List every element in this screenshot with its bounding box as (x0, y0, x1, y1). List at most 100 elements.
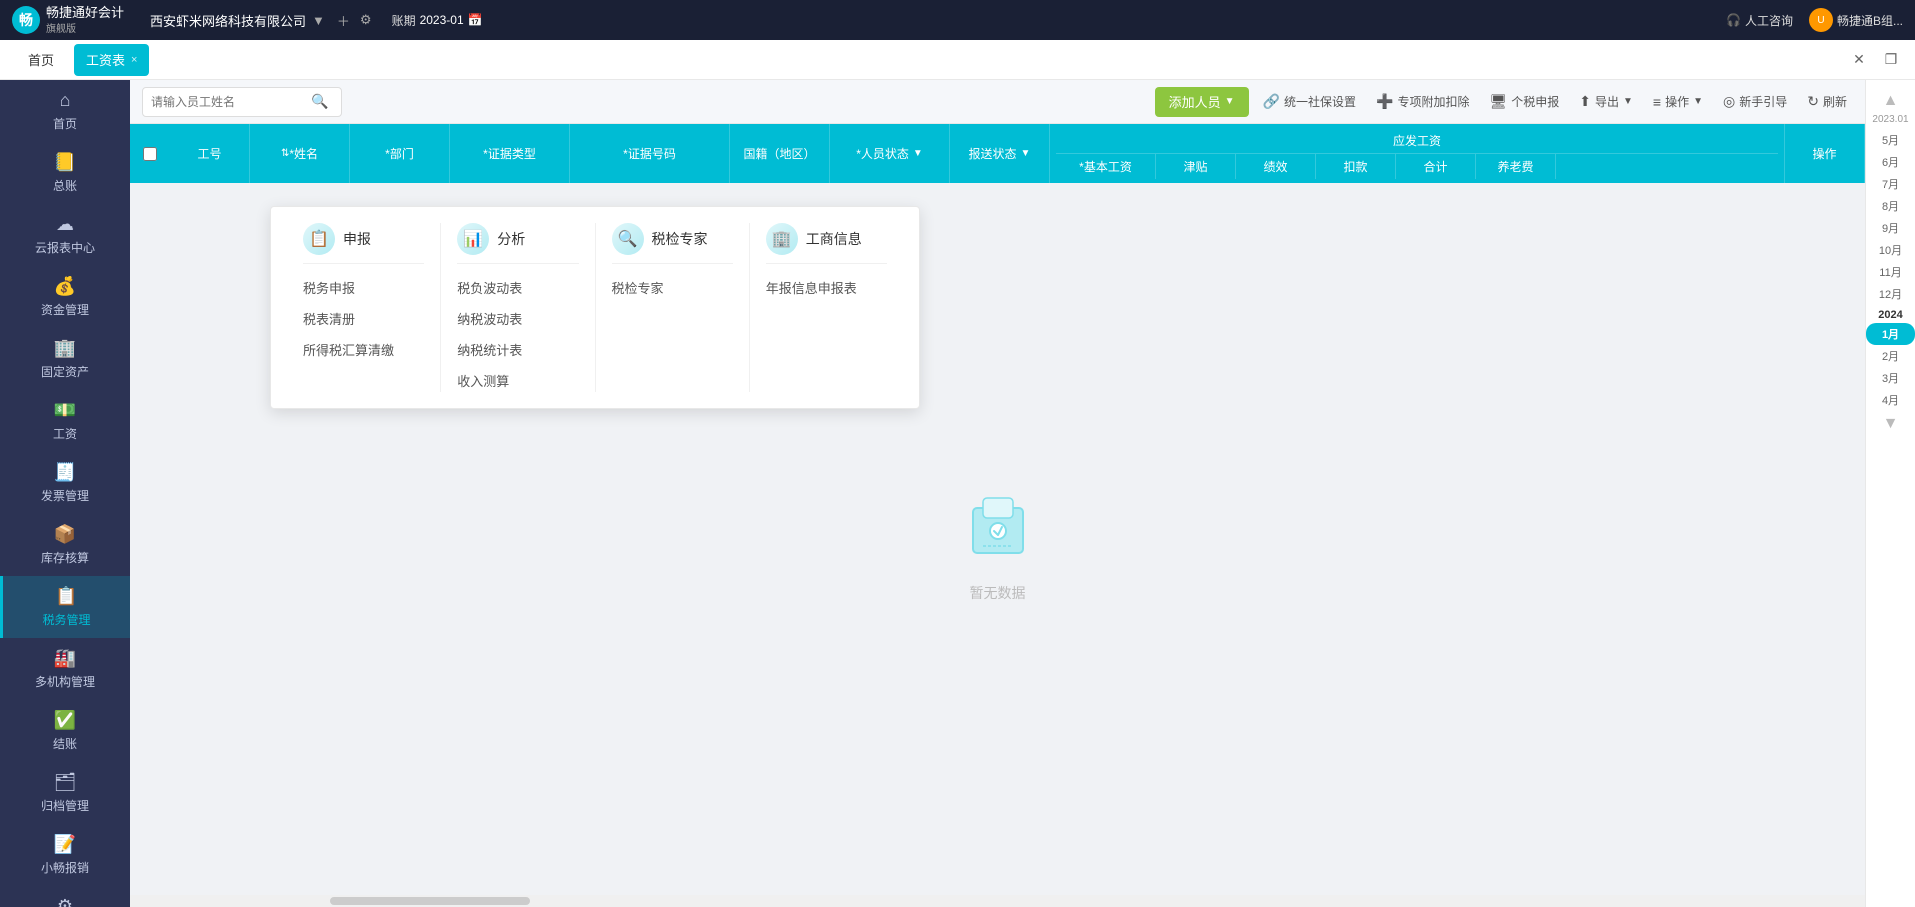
menu-tax-fluctuation[interactable]: 税负波动表 (457, 276, 578, 299)
timeline-month-10[interactable]: 10月 (1866, 239, 1915, 261)
checkout-icon: ✅ (54, 710, 76, 731)
special-deduction-label: 专项附加扣除 (1397, 93, 1469, 110)
ledger-icon: 📒 (54, 152, 76, 173)
tax-declaration-label: 个税申报 (1511, 93, 1559, 110)
tab-home[interactable]: 首页 (12, 40, 70, 80)
company-arrow-icon[interactable]: ▼ (312, 13, 325, 28)
sidebar-item-checkout[interactable]: ✅ 结账 (0, 700, 130, 762)
timeline-month-4[interactable]: 4月 (1866, 389, 1915, 411)
special-deduction-button[interactable]: ➕ 专项附加扣除 (1370, 93, 1475, 110)
service-button[interactable]: 🎧 人工咨询 (1726, 12, 1793, 29)
search-icon: 🔍 (311, 93, 328, 110)
add-company-icon[interactable]: ＋ (337, 11, 350, 30)
menu-payment-stats[interactable]: 纳税统计表 (457, 338, 578, 361)
sidebar-item-multi[interactable]: 🏭 多机构管理 (0, 638, 130, 700)
social-security-label: 统一社保设置 (1284, 93, 1356, 110)
horizontal-scrollbar[interactable] (130, 895, 1865, 907)
social-security-button[interactable]: 🔗 统一社保设置 (1257, 93, 1362, 110)
user-menu[interactable]: U 畅捷通B组... (1809, 8, 1903, 32)
send-filter-icon[interactable]: ▼ (1021, 148, 1031, 159)
menu-tax-settlement[interactable]: 所得税汇算清缴 (303, 338, 424, 361)
toolbar-right: 添加人员 ▼ 🔗 统一社保设置 ➕ 专项附加扣除 🖥 个税申报 ⬆ 导出 (1155, 87, 1853, 117)
sidebar-label-assets: 固定资产 (41, 363, 89, 380)
window-close-button[interactable]: ✕ (1847, 48, 1871, 72)
sidebar-item-settings[interactable]: ⚙ 基础设置 (0, 886, 130, 907)
add-person-button[interactable]: 添加人员 ▼ (1155, 87, 1249, 117)
search-input[interactable] (151, 95, 311, 109)
sidebar-item-cloud[interactable]: ☁ 云报表中心 (0, 204, 130, 266)
timeline-month-2[interactable]: 2月 (1866, 345, 1915, 367)
scroll-thumb[interactable] (330, 897, 530, 905)
timeline-month-8[interactable]: 8月 (1866, 195, 1915, 217)
sidebar-item-fund[interactable]: 💰 资金管理 (0, 266, 130, 328)
timeline-month-7[interactable]: 7月 (1866, 173, 1915, 195)
timeline-month-12[interactable]: 12月 (1866, 283, 1915, 305)
timeline-month-5[interactable]: 5月 (1866, 129, 1915, 151)
expert-icon: 🔍 (612, 223, 644, 255)
timeline-nav-down[interactable]: ▼ (1879, 411, 1903, 437)
special-deduction-icon: ➕ (1376, 93, 1393, 110)
operation-arrow-icon: ▼ (1693, 96, 1703, 107)
export-button[interactable]: ⬆ 导出 ▼ (1573, 93, 1639, 110)
sidebar-item-assets[interactable]: 🏢 固定资产 (0, 328, 130, 390)
timeline-month-11[interactable]: 11月 (1866, 261, 1915, 283)
sidebar-label-inventory: 库存核算 (41, 549, 89, 566)
th-status: *人员状态 ▼ (830, 124, 950, 183)
sidebar-item-invoice[interactable]: 🧾 发票管理 (0, 452, 130, 514)
tax-management-dropdown: 📋 申报 税务申报 税表清册 所得税汇算清缴 📊 分析 (270, 206, 920, 409)
tab-salary-label: 工资表 (86, 50, 125, 69)
menu-tax-expert[interactable]: 税检专家 (612, 276, 733, 299)
timeline-nav-up[interactable]: ▲ (1879, 88, 1903, 114)
search-wrap[interactable]: 🔍 (142, 87, 342, 117)
sidebar-label-checkout: 结账 (53, 735, 77, 752)
tab-salary[interactable]: 工资表 × (74, 44, 149, 76)
app-name: 畅捷通好会计 (46, 5, 124, 21)
table-header: 工号 ⇅ *姓名 *部门 *证据类型 *证据号码 国籍（地区） *人员状态 ▼ … (130, 124, 1865, 183)
sidebar-label-salary: 工资 (53, 425, 77, 442)
sidebar-item-report[interactable]: 📝 小畅报销 (0, 824, 130, 886)
operation-icon: ≡ (1653, 94, 1661, 110)
timeline: ▲ 2023.01 5月 6月 7月 8月 9月 10月 11月 12月 202… (1865, 80, 1915, 907)
menu-payment-fluctuation[interactable]: 纳税波动表 (457, 307, 578, 330)
menu-tax-declaration[interactable]: 税务申报 (303, 276, 424, 299)
status-filter-icon[interactable]: ▼ (913, 148, 923, 159)
sidebar-item-inventory[interactable]: 📦 库存核算 (0, 514, 130, 576)
company-selector[interactable]: 西安虾米网络科技有限公司 ▼ ＋ ⚙ (150, 11, 372, 30)
main-layout: ⌂ 首页 📒 总账 ☁ 云报表中心 💰 资金管理 🏢 固定资产 💵 工资 🧾 发… (0, 80, 1915, 907)
guide-toolbar-icon: ◎ (1723, 93, 1735, 110)
th-deduction: 扣款 (1316, 154, 1396, 179)
sidebar-label-fund: 资金管理 (41, 301, 89, 318)
sidebar-item-home[interactable]: ⌂ 首页 (0, 80, 130, 142)
logo-icon: 畅 (12, 6, 40, 34)
tax-icon: 📋 (55, 586, 77, 607)
section-title-expert: 税检专家 (652, 229, 708, 249)
sidebar-item-ledger[interactable]: 📒 总账 (0, 142, 130, 204)
period-selector[interactable]: 账期 2023-01 📅 (392, 12, 483, 29)
operation-button[interactable]: ≡ 操作 ▼ (1647, 93, 1709, 110)
timeline-month-9[interactable]: 9月 (1866, 217, 1915, 239)
tax-declaration-button[interactable]: 🖥 个税申报 (1483, 93, 1565, 110)
sidebar-item-salary[interactable]: 💵 工资 (0, 390, 130, 452)
settings-icon[interactable]: ⚙ (360, 12, 372, 28)
timeline-month-1[interactable]: 1月 (1866, 323, 1915, 345)
tab-close-icon[interactable]: × (131, 54, 137, 66)
export-arrow-icon: ▼ (1623, 96, 1633, 107)
select-all-checkbox[interactable] (143, 147, 157, 161)
timeline-month-6[interactable]: 6月 (1866, 151, 1915, 173)
refresh-button[interactable]: ↻ 刷新 (1801, 93, 1853, 110)
header-checkbox[interactable] (130, 124, 170, 183)
guide-button[interactable]: ◎ 新手引导 (1717, 93, 1793, 110)
th-country: 国籍（地区） (730, 124, 830, 183)
calendar-icon[interactable]: 📅 (468, 13, 483, 27)
sidebar-item-archive[interactable]: 🗂 归档管理 (0, 762, 130, 824)
menu-tax-table-list[interactable]: 税表清册 (303, 307, 424, 330)
sidebar-item-tax[interactable]: 📋 税务管理 (0, 576, 130, 638)
menu-annual-report[interactable]: 年报信息申报表 (766, 276, 887, 299)
th-performance: 绩效 (1236, 154, 1316, 179)
menu-income-estimate[interactable]: 收入测算 (457, 369, 578, 392)
timeline-month-3[interactable]: 3月 (1866, 367, 1915, 389)
th-send-status: 报送状态 ▼ (950, 124, 1050, 183)
salary-icon: 💵 (54, 400, 76, 421)
window-restore-button[interactable]: ❐ (1879, 48, 1903, 72)
operation-label: 操作 (1665, 93, 1689, 110)
